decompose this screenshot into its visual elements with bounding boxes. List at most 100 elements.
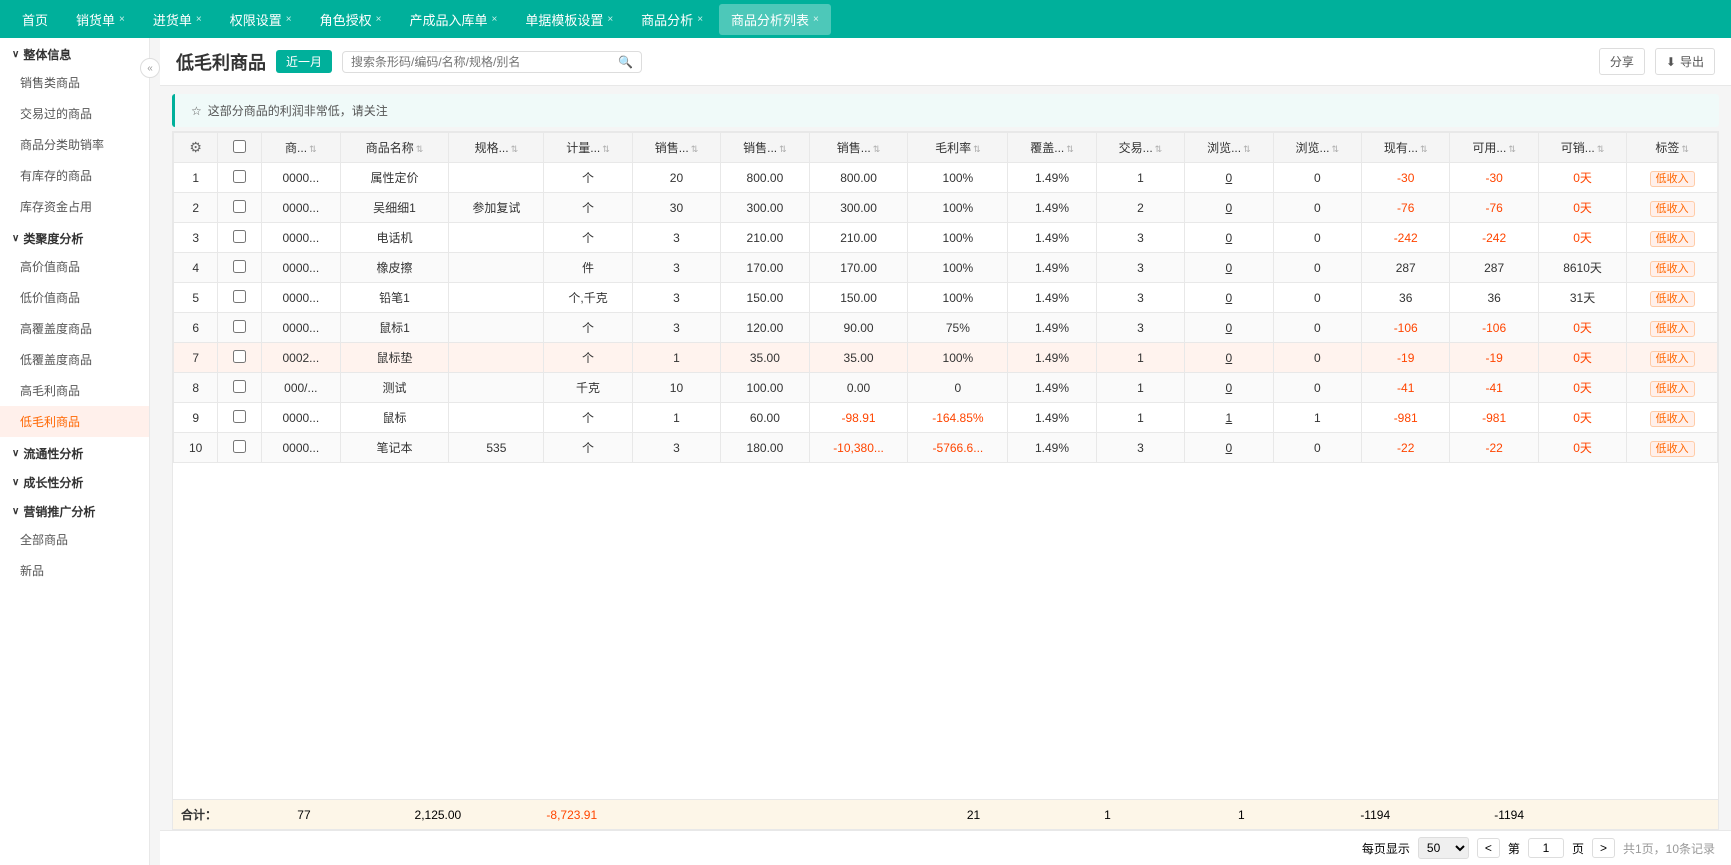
sidebar-item-低价值商品[interactable]: 低价值商品 — [0, 282, 149, 313]
nav-close-进货单[interactable]: × — [196, 14, 202, 25]
prev-page-btn[interactable]: < — [1477, 838, 1500, 858]
row-checkbox[interactable] — [233, 320, 246, 333]
view-link[interactable]: 0 — [1226, 201, 1233, 215]
view-link[interactable]: 1 — [1226, 411, 1233, 425]
sidebar-group-成长性分析[interactable]: ∨ 成长性分析 — [0, 466, 149, 495]
cell-view1[interactable]: 1 — [1185, 403, 1273, 433]
nav-close-商品分析[interactable]: × — [697, 14, 703, 25]
sidebar-item-新品[interactable]: 新品 — [0, 555, 149, 586]
cell-checkbox[interactable] — [218, 253, 262, 283]
nav-item-进货单[interactable]: 进货单× — [141, 4, 214, 35]
col-header-gross_margin[interactable]: 毛利率⇅ — [908, 133, 1008, 163]
sort-icon-name[interactable]: ⇅ — [416, 144, 424, 154]
per-page-select[interactable]: 50 100 — [1418, 837, 1469, 859]
cell-name[interactable]: 鼠标 — [340, 403, 449, 433]
collapse-sidebar-btn[interactable]: « — [140, 58, 160, 78]
nav-close-销货单[interactable]: × — [119, 14, 125, 25]
view-link[interactable]: 0 — [1226, 441, 1233, 455]
nav-close-产成品入库单[interactable]: × — [491, 14, 497, 25]
col-header-settings[interactable]: ⚙ — [174, 133, 218, 163]
nav-item-首页[interactable]: 首页 — [10, 4, 60, 35]
cell-checkbox[interactable] — [218, 193, 262, 223]
col-header-coverage[interactable]: 覆盖...⇅ — [1008, 133, 1096, 163]
cell-checkbox[interactable] — [218, 163, 262, 193]
next-page-btn[interactable]: > — [1592, 838, 1615, 858]
sidebar-group-类聚度分析[interactable]: ∨ 类聚度分析 — [0, 222, 149, 251]
sidebar-item-低毛利商品[interactable]: 低毛利商品 — [0, 406, 149, 437]
settings-gear-btn[interactable]: ⚙ — [189, 139, 202, 156]
sort-icon-code[interactable]: ⇅ — [309, 144, 317, 154]
search-icon[interactable]: 🔍 — [618, 55, 633, 69]
cell-view1[interactable]: 0 — [1185, 253, 1273, 283]
period-button[interactable]: 近一月 — [276, 50, 332, 73]
nav-close-商品分析列表[interactable]: × — [813, 14, 819, 25]
nav-item-权限设置[interactable]: 权限设置× — [218, 4, 304, 35]
col-header-view1[interactable]: 浏览...⇅ — [1185, 133, 1273, 163]
nav-close-单据模板设置[interactable]: × — [607, 14, 613, 25]
col-header-name[interactable]: 商品名称⇅ — [340, 133, 449, 163]
row-checkbox[interactable] — [233, 410, 246, 423]
sort-icon-tag[interactable]: ⇅ — [1681, 144, 1689, 154]
col-header-saleable[interactable]: 可销...⇅ — [1538, 133, 1626, 163]
view-link[interactable]: 0 — [1226, 321, 1233, 335]
sort-icon-sale_amount[interactable]: ⇅ — [873, 144, 881, 154]
sidebar-item-销售类商品[interactable]: 销售类商品 — [0, 67, 149, 98]
sort-icon-sale_price[interactable]: ⇅ — [779, 144, 787, 154]
cell-checkbox[interactable] — [218, 283, 262, 313]
sort-icon-sale_count[interactable]: ⇅ — [691, 144, 699, 154]
sort-icon-coverage[interactable]: ⇅ — [1066, 144, 1074, 154]
view-link[interactable]: 0 — [1226, 261, 1233, 275]
nav-item-单据模板设置[interactable]: 单据模板设置× — [513, 4, 625, 35]
sort-icon-current[interactable]: ⇅ — [1420, 144, 1428, 154]
cell-view1[interactable]: 0 — [1185, 313, 1273, 343]
cell-name[interactable]: 测试 — [340, 373, 449, 403]
sidebar-item-商品分类助销率[interactable]: 商品分类助销率 — [0, 129, 149, 160]
row-checkbox[interactable] — [233, 290, 246, 303]
nav-item-产成品入库单[interactable]: 产成品入库单× — [397, 4, 509, 35]
row-checkbox[interactable] — [233, 350, 246, 363]
sidebar-group-整体信息[interactable]: ∨ 整体信息 — [0, 38, 149, 67]
cell-checkbox[interactable] — [218, 343, 262, 373]
row-checkbox[interactable] — [233, 440, 246, 453]
export-button[interactable]: ⬇ 导出 — [1655, 48, 1715, 75]
sidebar-group-营销推广分析[interactable]: ∨ 营销推广分析 — [0, 495, 149, 524]
sidebar-item-交易过的商品[interactable]: 交易过的商品 — [0, 98, 149, 129]
col-header-sale_count[interactable]: 销售...⇅ — [632, 133, 720, 163]
sidebar-item-高价值商品[interactable]: 高价值商品 — [0, 251, 149, 282]
cell-name[interactable]: 橡皮擦 — [340, 253, 449, 283]
cell-view1[interactable]: 0 — [1185, 343, 1273, 373]
sort-icon-trade[interactable]: ⇅ — [1155, 144, 1163, 154]
row-checkbox[interactable] — [233, 260, 246, 273]
search-input[interactable] — [351, 55, 618, 69]
row-checkbox[interactable] — [233, 200, 246, 213]
cell-name[interactable]: 吴细细1 — [340, 193, 449, 223]
nav-item-商品分析列表[interactable]: 商品分析列表× — [719, 4, 831, 35]
cell-name[interactable]: 铅笔1 — [340, 283, 449, 313]
col-header-unit[interactable]: 计量...⇅ — [544, 133, 632, 163]
view-link[interactable]: 0 — [1226, 381, 1233, 395]
cell-view1[interactable]: 0 — [1185, 373, 1273, 403]
cell-view1[interactable]: 0 — [1185, 223, 1273, 253]
cell-name[interactable]: 鼠标垫 — [340, 343, 449, 373]
col-header-sale_amount[interactable]: 销售...⇅ — [809, 133, 908, 163]
sort-icon-unit[interactable]: ⇅ — [602, 144, 610, 154]
cell-name[interactable]: 鼠标1 — [340, 313, 449, 343]
cell-checkbox[interactable] — [218, 223, 262, 253]
sidebar-item-全部商品[interactable]: 全部商品 — [0, 524, 149, 555]
sidebar-item-库存资金占用[interactable]: 库存资金占用 — [0, 191, 149, 222]
col-header-view2[interactable]: 浏览...⇅ — [1273, 133, 1361, 163]
cell-name[interactable]: 属性定价 — [340, 163, 449, 193]
sort-icon-view1[interactable]: ⇅ — [1243, 144, 1251, 154]
cell-view1[interactable]: 0 — [1185, 283, 1273, 313]
nav-item-销货单[interactable]: 销货单× — [64, 4, 137, 35]
table-container[interactable]: ⚙商...⇅商品名称⇅规格...⇅计量...⇅销售...⇅销售...⇅销售...… — [172, 131, 1719, 800]
view-link[interactable]: 0 — [1226, 351, 1233, 365]
nav-close-角色授权[interactable]: × — [376, 14, 382, 25]
row-checkbox[interactable] — [233, 170, 246, 183]
col-header-checkbox[interactable] — [218, 133, 262, 163]
page-input[interactable] — [1528, 838, 1564, 858]
share-button[interactable]: 分享 — [1599, 48, 1645, 75]
view-link[interactable]: 0 — [1226, 171, 1233, 185]
sidebar-item-高覆盖度商品[interactable]: 高覆盖度商品 — [0, 313, 149, 344]
sort-icon-available[interactable]: ⇅ — [1508, 144, 1516, 154]
